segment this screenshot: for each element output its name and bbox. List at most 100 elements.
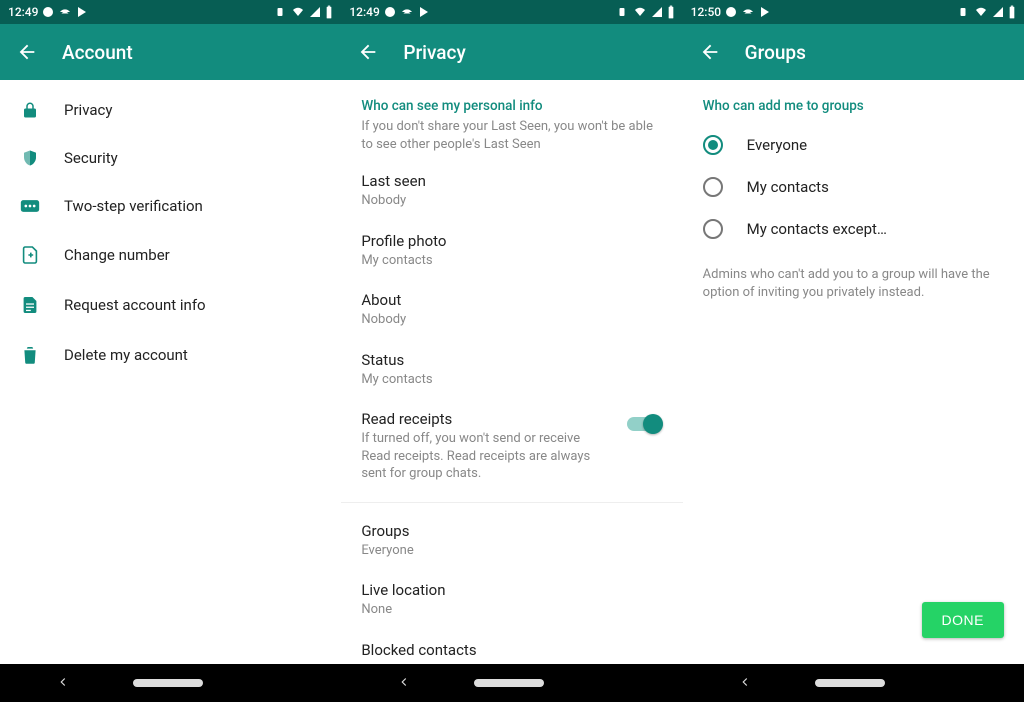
nav-back-icon[interactable] [56, 674, 70, 693]
play-store-icon [759, 6, 771, 18]
screen-privacy: 12:49 Privacy Who can see my personal in… [341, 0, 682, 664]
battery-icon [325, 5, 333, 19]
vibrate-icon [956, 6, 970, 18]
trash-icon [20, 345, 40, 365]
nav-home-pill[interactable] [474, 679, 544, 687]
setting-live-location[interactable]: Live location None [341, 570, 682, 630]
setting-value: Nobody [361, 192, 662, 210]
account-item-two-step-verification[interactable]: Two-step verification [0, 182, 341, 230]
setting-blocked-contacts[interactable]: Blocked contacts [341, 630, 682, 664]
account-item-label: Request account info [64, 296, 206, 314]
setting-title: Groups [361, 522, 662, 540]
account-item-security[interactable]: Security [0, 134, 341, 182]
radio-option-my-contacts[interactable]: My contacts [683, 166, 1024, 208]
setting-title: Read receipts [361, 410, 610, 428]
setting-description: If turned off, you won't send or receive… [361, 430, 610, 483]
privacy-content: Who can see my personal info If you don'… [341, 80, 682, 664]
setting-title: Profile photo [361, 232, 662, 250]
wifi-calling-icon [58, 6, 72, 18]
battery-icon [667, 5, 675, 19]
sim-icon [20, 245, 40, 265]
section-header-personal-info: Who can see my personal info [341, 86, 682, 118]
account-item-label: Two-step verification [64, 197, 203, 215]
wifi-icon [291, 6, 305, 18]
radio-label: Everyone [747, 136, 807, 154]
setting-title: Live location [361, 581, 662, 599]
account-item-label: Security [64, 149, 118, 167]
lock-icon [20, 101, 40, 119]
play-store-icon [418, 6, 430, 18]
divider [341, 502, 682, 503]
back-icon[interactable] [357, 41, 379, 63]
signal-icon [992, 6, 1004, 18]
setting-last-seen[interactable]: Last seen Nobody [341, 161, 682, 221]
section-header-groups: Who can add me to groups [683, 86, 1024, 118]
notification-icon [42, 6, 54, 18]
screen-account: 12:49 Account Privacy Security Two-step ve… [0, 0, 341, 664]
setting-about[interactable]: AboutNobody [341, 280, 682, 340]
signal-icon [651, 6, 663, 18]
nav-back-icon[interactable] [738, 674, 752, 693]
wifi-calling-icon [741, 6, 755, 18]
shield-icon [20, 149, 40, 167]
setting-value: My contacts [361, 252, 662, 270]
account-item-change-number[interactable]: Change number [0, 230, 341, 280]
nav-back-icon[interactable] [397, 674, 411, 693]
doc-icon [20, 295, 40, 315]
read-receipts-toggle[interactable] [627, 414, 663, 434]
setting-groups[interactable]: GroupsEveryone [341, 511, 682, 571]
status-bar: 12:49 [0, 0, 341, 24]
setting-profile-photo[interactable]: Profile photo My contacts [341, 221, 682, 281]
radio-icon [703, 135, 723, 155]
account-list: Privacy Security Two-step verification Chan… [0, 80, 341, 664]
page-title: Privacy [403, 41, 465, 64]
signal-icon [309, 6, 321, 18]
radio-icon [703, 177, 723, 197]
page-title: Account [62, 41, 133, 64]
radio-option-my-contacts-except-[interactable]: My contacts except… [683, 208, 1024, 250]
setting-title: About [361, 291, 662, 309]
vibrate-icon [273, 6, 287, 18]
setting-read-receipts[interactable]: Read receipts If turned off, you won't s… [341, 399, 682, 494]
setting-value: My contacts [361, 371, 662, 389]
radio-label: My contacts except… [747, 220, 887, 238]
account-item-request-account-info[interactable]: Request account info [0, 280, 341, 330]
page-title: Groups [745, 41, 806, 64]
notification-icon [725, 6, 737, 18]
radio-icon [703, 219, 723, 239]
status-bar: 12:50 [683, 0, 1024, 24]
vibrate-icon [615, 6, 629, 18]
account-item-delete-my-account[interactable]: Delete my account [0, 330, 341, 380]
play-store-icon [76, 6, 88, 18]
app-bar: Groups [683, 24, 1024, 80]
setting-value: None [361, 601, 662, 619]
account-item-label: Delete my account [64, 346, 188, 364]
done-button[interactable]: DONE [922, 602, 1004, 638]
app-bar: Privacy [341, 24, 682, 80]
back-icon[interactable] [699, 41, 721, 63]
account-item-label: Change number [64, 246, 170, 264]
radio-label: My contacts [747, 178, 829, 196]
nav-home-pill[interactable] [133, 679, 203, 687]
wifi-calling-icon [400, 6, 414, 18]
radio-option-everyone[interactable]: Everyone [683, 124, 1024, 166]
setting-title: Status [361, 351, 662, 369]
status-time: 12:49 [8, 5, 38, 19]
navigation-bar [0, 664, 1024, 702]
wifi-icon [974, 6, 988, 18]
helper-text: Admins who can't add you to a group will… [683, 250, 1024, 318]
battery-icon [1008, 5, 1016, 19]
setting-title: Blocked contacts [361, 641, 662, 659]
dots-icon [20, 199, 40, 213]
groups-content: Who can add me to groups Everyone My cont… [683, 80, 1024, 664]
account-item-label: Privacy [64, 101, 112, 119]
back-icon[interactable] [16, 41, 38, 63]
account-item-privacy[interactable]: Privacy [0, 86, 341, 134]
status-bar: 12:49 [341, 0, 682, 24]
section-subtext: If you don't share your Last Seen, you w… [341, 118, 682, 161]
app-bar: Account [0, 24, 341, 80]
status-time: 12:49 [349, 5, 379, 19]
setting-title: Last seen [361, 172, 662, 190]
nav-home-pill[interactable] [815, 679, 885, 687]
setting-status[interactable]: Status My contacts [341, 340, 682, 400]
